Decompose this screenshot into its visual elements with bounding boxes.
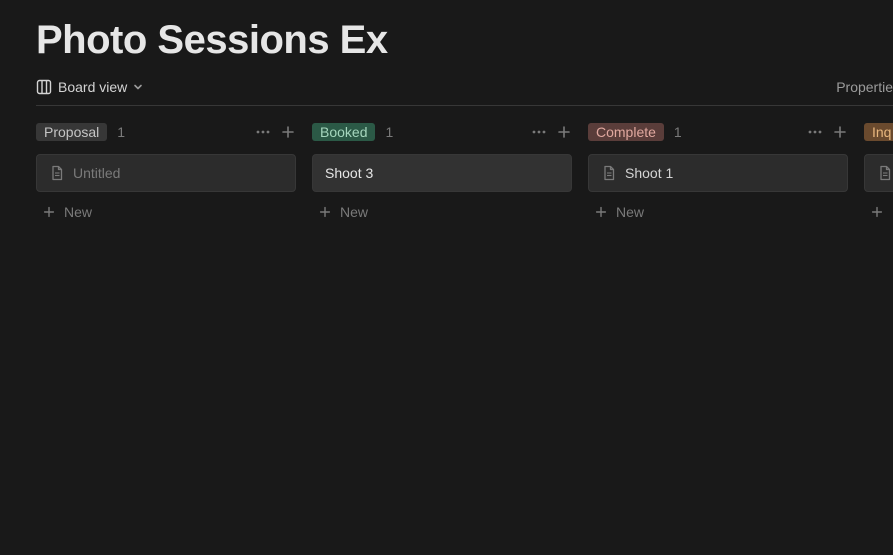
plus-icon[interactable]: [832, 124, 848, 140]
column-header-left: Inq: [864, 123, 893, 141]
card-title: Shoot 3: [325, 165, 373, 181]
page-icon: [877, 165, 893, 181]
new-button[interactable]: New: [312, 200, 572, 224]
chevron-down-icon: [133, 82, 143, 92]
view-header: Board view Propertie: [36, 79, 893, 106]
plus-icon[interactable]: [280, 124, 296, 140]
column-actions: [254, 123, 296, 141]
page-icon: [49, 165, 65, 181]
plus-icon: [318, 205, 332, 219]
column-header: Complete 1: [588, 120, 848, 144]
new-button[interactable]: N: [864, 200, 893, 224]
new-label: New: [64, 204, 92, 220]
column-count: 1: [674, 124, 682, 140]
new-button[interactable]: New: [588, 200, 848, 224]
more-icon[interactable]: [254, 123, 272, 141]
header-actions: Propertie: [836, 79, 893, 95]
column-count: 1: [117, 124, 125, 140]
status-tag[interactable]: Proposal: [36, 123, 107, 141]
column-actions: [530, 123, 572, 141]
plus-icon: [870, 205, 884, 219]
card-title: Shoot 1: [625, 165, 673, 181]
column-header-left: Complete 1: [588, 123, 682, 141]
board-card[interactable]: Shoot 3: [312, 154, 572, 192]
properties-button[interactable]: Propertie: [836, 79, 893, 95]
board-column: Inq N: [864, 120, 893, 224]
plus-icon: [594, 205, 608, 219]
status-tag[interactable]: Inq: [864, 123, 893, 141]
column-header: Inq: [864, 120, 893, 144]
new-label: New: [616, 204, 644, 220]
board-card[interactable]: [864, 154, 893, 192]
board-card[interactable]: Shoot 1: [588, 154, 848, 192]
plus-icon[interactable]: [556, 124, 572, 140]
column-header: Booked 1: [312, 120, 572, 144]
more-icon[interactable]: [530, 123, 548, 141]
new-label: New: [340, 204, 368, 220]
page-title[interactable]: Photo Sessions Ex: [36, 18, 893, 63]
page-icon: [601, 165, 617, 181]
board-card[interactable]: Untitled: [36, 154, 296, 192]
board-column: Proposal 1 Untitled New: [36, 120, 296, 224]
more-icon[interactable]: [806, 123, 824, 141]
board-icon: [36, 79, 52, 95]
new-button[interactable]: New: [36, 200, 296, 224]
column-actions: [806, 123, 848, 141]
card-title: Untitled: [73, 165, 120, 181]
status-tag[interactable]: Booked: [312, 123, 375, 141]
column-count: 1: [385, 124, 393, 140]
view-label: Board view: [58, 79, 127, 95]
board-column: Booked 1 Shoot 3 New: [312, 120, 572, 224]
column-header: Proposal 1: [36, 120, 296, 144]
view-selector[interactable]: Board view: [36, 79, 143, 95]
board-columns: Proposal1UntitledNewBooked1Shoot 3NewCom…: [36, 120, 893, 224]
plus-icon: [42, 205, 56, 219]
column-header-left: Booked 1: [312, 123, 393, 141]
column-header-left: Proposal 1: [36, 123, 125, 141]
status-tag[interactable]: Complete: [588, 123, 664, 141]
board-column: Complete 1 Shoot 1 New: [588, 120, 848, 224]
